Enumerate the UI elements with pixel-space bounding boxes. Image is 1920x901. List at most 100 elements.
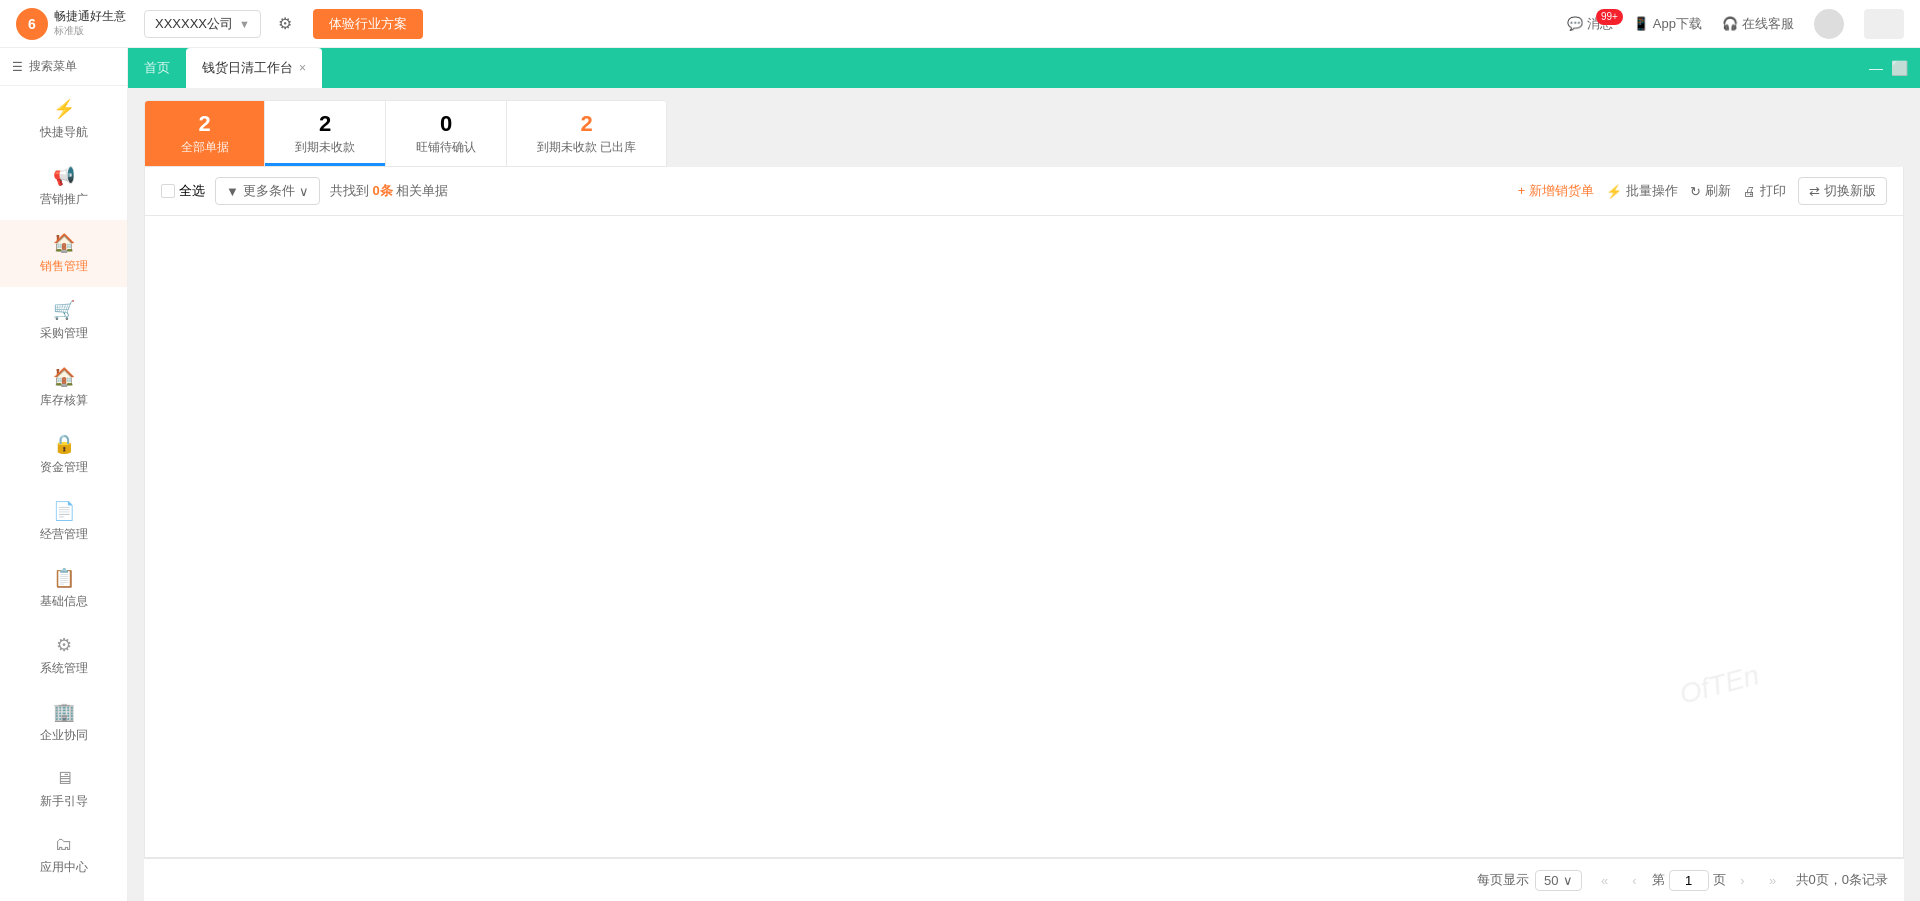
- tab-minimize-btn[interactable]: —: [1869, 60, 1883, 76]
- logo-sub: 标准版: [54, 24, 126, 38]
- stats-tab-pending[interactable]: 0 旺铺待确认: [386, 101, 507, 166]
- print-button[interactable]: 🖨 打印: [1743, 182, 1786, 200]
- header-right: 💬 消息 99+ 📱 App下载 🎧 在线客服: [1567, 9, 1904, 39]
- sidebar-item-wechat[interactable]: 💬 企业微信: [0, 888, 127, 901]
- filter-button[interactable]: ▼ 更多条件 ∨: [215, 177, 320, 205]
- stats-count-pending: 0: [440, 111, 452, 137]
- tab-maximize-btn[interactable]: ⬜: [1891, 60, 1908, 76]
- sidebar: ☰ 搜索菜单 ⚡ 快捷导航 📢 营销推广 🏠 销售管理 🛒 采购管理 🏠 库存核…: [0, 48, 128, 901]
- search-menu-label: 搜索菜单: [29, 58, 77, 75]
- sidebar-item-marketing[interactable]: 📢 营销推广: [0, 153, 127, 220]
- switch-icon: ⇄: [1809, 184, 1820, 199]
- refresh-button[interactable]: ↻ 刷新: [1690, 182, 1731, 200]
- avatar[interactable]: [1814, 9, 1844, 39]
- logo-name: 畅捷通好生意: [54, 9, 126, 25]
- app-download-label: App下载: [1653, 15, 1702, 33]
- next-page-icon: ›: [1740, 873, 1744, 888]
- sidebar-label-sales: 销售管理: [40, 258, 88, 275]
- page-size-select-box[interactable]: 50 ∨: [1535, 870, 1581, 891]
- stats-count-all: 2: [198, 111, 210, 137]
- company-dropdown-icon: ▼: [239, 18, 250, 30]
- toolbar: 全选 ▼ 更多条件 ∨ 共找到 0条 相关单据 + 新增销货单: [144, 167, 1904, 216]
- sidebar-item-purchase[interactable]: 🛒 采购管理: [0, 287, 127, 354]
- next-page-button[interactable]: ›: [1730, 867, 1756, 893]
- sidebar-item-basic-info[interactable]: 📋 基础信息: [0, 555, 127, 622]
- stats-tab-overdue[interactable]: 2 到期未收款: [265, 101, 386, 166]
- purchase-icon: 🛒: [53, 299, 75, 321]
- add-order-button[interactable]: + 新增销货单: [1518, 182, 1594, 200]
- sidebar-item-sales[interactable]: 🏠 销售管理: [0, 220, 127, 287]
- logo: 6 畅捷通好生意 标准版: [16, 8, 144, 40]
- refresh-label: 刷新: [1705, 182, 1731, 200]
- sidebar-item-system[interactable]: ⚙ 系统管理: [0, 622, 127, 689]
- stats-tabs: 2 全部单据 2 到期未收款 0 旺铺待确认 2 到期未收款 已出库: [144, 100, 667, 167]
- sidebar-item-inventory[interactable]: 🏠 库存核算: [0, 354, 127, 421]
- switch-version-button[interactable]: ⇄ 切换新版: [1798, 177, 1887, 205]
- settings-button[interactable]: ⚙: [269, 8, 301, 40]
- stats-label-pending: 旺铺待确认: [416, 139, 476, 156]
- sidebar-label-marketing: 营销推广: [40, 191, 88, 208]
- sidebar-item-quick-nav[interactable]: ⚡ 快捷导航: [0, 86, 127, 153]
- page-label: 第: [1652, 871, 1665, 889]
- found-prefix: 共找到: [330, 183, 369, 198]
- page-size-arrow-icon: ∨: [1563, 873, 1573, 888]
- sidebar-item-finance[interactable]: 🔒 资金管理: [0, 421, 127, 488]
- sidebar-item-app-center[interactable]: 🗂 应用中心: [0, 822, 127, 888]
- sidebar-label-system: 系统管理: [40, 660, 88, 677]
- pagination-bar: 每页显示 50 ∨ « ‹ 第 页: [144, 858, 1904, 901]
- header: 6 畅捷通好生意 标准版 XXXXXX公司 ▼ ⚙ 体验行业方案 💬 消息 99…: [0, 0, 1920, 48]
- company-name: XXXXXX公司: [155, 15, 233, 33]
- toolbar-right: + 新增销货单 ⚡ 批量操作 ↻ 刷新 🖨 打印 ⇄: [1518, 177, 1887, 205]
- service-icon: 🎧: [1722, 16, 1738, 31]
- batch-label: 批量操作: [1626, 182, 1678, 200]
- page-navigation: « ‹ 第 页 › »: [1592, 867, 1786, 893]
- tab-workbench[interactable]: 钱货日清工作台 ×: [186, 48, 322, 88]
- online-service-label: 在线客服: [1742, 15, 1794, 33]
- sidebar-item-enterprise[interactable]: 🏢 企业协同: [0, 689, 127, 756]
- select-all-checkbox[interactable]: 全选: [161, 182, 205, 200]
- first-page-button[interactable]: «: [1592, 867, 1618, 893]
- sidebar-item-operation[interactable]: 📄 经营管理: [0, 488, 127, 555]
- first-page-icon: «: [1601, 873, 1608, 888]
- page-number-input[interactable]: [1669, 870, 1709, 891]
- message-button[interactable]: 💬 消息 99+: [1567, 15, 1613, 33]
- found-count: 0条: [373, 183, 393, 198]
- search-menu-item[interactable]: ☰ 搜索菜单: [0, 48, 127, 86]
- message-icon: 💬: [1567, 16, 1583, 31]
- sidebar-label-app-center: 应用中心: [40, 859, 88, 876]
- online-service-button[interactable]: 🎧 在线客服: [1722, 15, 1794, 33]
- company-selector[interactable]: XXXXXX公司 ▼: [144, 10, 261, 38]
- page-size-selector: 每页显示 50 ∨: [1477, 870, 1581, 891]
- filter-arrow-icon: ∨: [299, 184, 309, 199]
- stats-tab-overdue-out[interactable]: 2 到期未收款 已出库: [507, 101, 666, 166]
- sidebar-label-operation: 经营管理: [40, 526, 88, 543]
- settings-icon: ⚙: [278, 14, 292, 33]
- tab-home[interactable]: 首页: [128, 48, 186, 88]
- stats-tab-all[interactable]: 2 全部单据: [145, 101, 265, 166]
- batch-icon: ⚡: [1606, 184, 1622, 199]
- checkbox-box: [161, 184, 175, 198]
- print-label: 打印: [1760, 182, 1786, 200]
- app-download-button[interactable]: 📱 App下载: [1633, 15, 1702, 33]
- tab-close-icon[interactable]: ×: [299, 61, 306, 75]
- page-size-value: 50: [1544, 873, 1558, 888]
- search-icon: ☰: [12, 60, 23, 74]
- batch-action-button[interactable]: ⚡ 批量操作: [1606, 182, 1678, 200]
- stats-count-overdue-out: 2: [581, 111, 593, 137]
- stats-label-overdue-out: 到期未收款 已出库: [537, 139, 636, 156]
- toolbar-left: 全选 ▼ 更多条件 ∨ 共找到 0条 相关单据: [161, 177, 1506, 205]
- found-suffix: 相关单据: [396, 183, 448, 198]
- user-name[interactable]: [1864, 9, 1904, 39]
- sidebar-item-guide[interactable]: 🖥 新手引导: [0, 756, 127, 822]
- switch-label: 切换新版: [1824, 182, 1876, 200]
- marketing-icon: 📢: [53, 165, 75, 187]
- refresh-icon: ↻: [1690, 184, 1701, 199]
- last-page-button[interactable]: »: [1760, 867, 1786, 893]
- print-icon: 🖨: [1743, 184, 1756, 199]
- enterprise-icon: 🏢: [53, 701, 75, 723]
- message-badge: 99+: [1596, 9, 1623, 25]
- sidebar-label-quick-nav: 快捷导航: [40, 124, 88, 141]
- prev-page-button[interactable]: ‹: [1622, 867, 1648, 893]
- industry-button[interactable]: 体验行业方案: [313, 9, 423, 39]
- prev-page-icon: ‹: [1632, 873, 1636, 888]
